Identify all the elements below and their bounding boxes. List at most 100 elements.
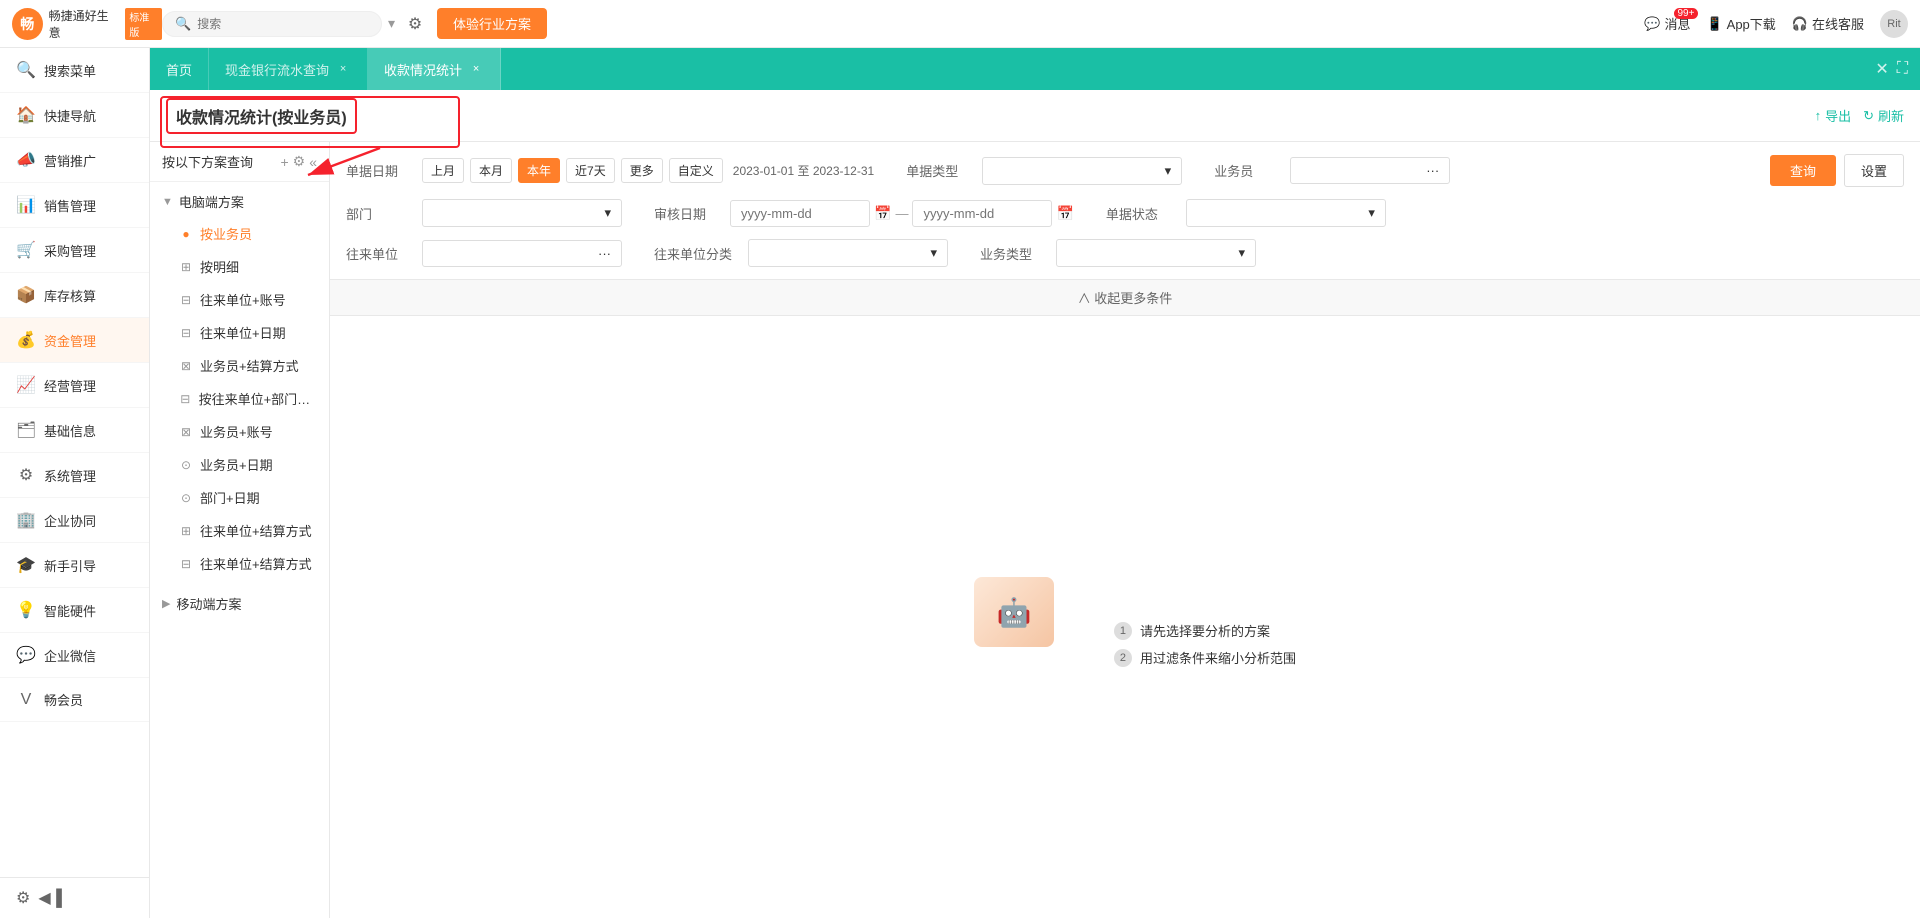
sidebar-item-label: 快捷导航	[44, 106, 96, 125]
scheme-item-label: 往来单位+结算方式	[200, 521, 312, 540]
biz-type-select[interactable]: ▾	[1056, 239, 1256, 267]
sidebar-item-basic-info[interactable]: 🗂 基础信息	[0, 408, 149, 453]
filter-row-1: 单据日期 上月 本月 本年 近7天 更多 自定义 2023-01-01 至 20…	[346, 154, 1904, 187]
chevron-down-icon: ▾	[930, 245, 937, 261]
filter-row-3: 往来单位 ··· 往来单位分类 ▾ 业务类型 ▾	[346, 239, 1904, 267]
sidebar-item-system[interactable]: ⚙ 系统管理	[0, 453, 149, 498]
settings-icon[interactable]: ⚙	[401, 10, 429, 38]
message-icon: 💬	[1644, 16, 1660, 32]
scheme-group-label: 电脑端方案	[179, 192, 244, 211]
box-face-icon: 🤖	[997, 596, 1032, 629]
scheme-item-by-salesperson[interactable]: ● 按业务员	[150, 217, 329, 250]
sidebar-item-purchase[interactable]: 🛒 采购管理	[0, 228, 149, 273]
sidebar-item-wechat[interactable]: 💬 企业微信	[0, 633, 149, 678]
scheme-group-mobile: ▶ 移动端方案	[150, 584, 329, 623]
date-btn-this-month[interactable]: 本月	[470, 158, 512, 183]
sidebar-item-label: 营销推广	[44, 151, 96, 170]
date-btn-more[interactable]: 更多	[621, 158, 663, 183]
calendar-to-icon[interactable]: 📅	[1056, 205, 1073, 222]
top-right-area: 💬 消息 99+ 📱 App下载 🎧 在线客服 Rit	[1644, 10, 1908, 38]
scheme-add-icon[interactable]: +	[280, 154, 288, 170]
query-button[interactable]: 查询	[1770, 155, 1836, 186]
scheme-item-partner-date[interactable]: ⊟ 往来单位+日期	[150, 316, 329, 349]
scheme-item-icon: ⊠	[178, 359, 194, 373]
sidebar-item-finance[interactable]: 💰 资金管理	[0, 318, 149, 363]
sidebar-item-inventory[interactable]: 📦 库存核算	[0, 273, 149, 318]
partner-select[interactable]: ···	[422, 240, 622, 267]
main-content: 单据日期 上月 本月 本年 近7天 更多 自定义 2023-01-01 至 20…	[330, 142, 1920, 918]
audit-date-to[interactable]	[912, 200, 1052, 227]
partner-cat-select[interactable]: ▾	[748, 239, 948, 267]
sidebar-item-label: 企业微信	[44, 646, 96, 665]
scheme-item-partner-settle2[interactable]: ⊟ 往来单位+结算方式	[150, 547, 329, 580]
content-area: 首页 现金银行流水查询 × 收款情况统计 × ✕ ⛶ 收款情况统计(按业务员) …	[150, 48, 1920, 918]
sidebar-item-marketing[interactable]: 📣 营销推广	[0, 138, 149, 183]
export-button[interactable]: ↑ 导出	[1815, 106, 1852, 125]
filter-panel: 单据日期 上月 本月 本年 近7天 更多 自定义 2023-01-01 至 20…	[330, 142, 1920, 280]
scheme-settings-icon[interactable]: ⚙	[293, 153, 306, 170]
filter-partner-cat-label: 往来单位分类	[654, 244, 732, 263]
scheme-item-icon: ⊞	[178, 260, 194, 274]
tab-bar-right: ✕ ⛶	[1863, 48, 1920, 90]
app-icon: 📱	[1706, 16, 1722, 32]
date-btn-last-month[interactable]: 上月	[422, 158, 464, 183]
collapse-bar[interactable]: ∧ 收起更多条件	[330, 280, 1920, 316]
salesperson-select[interactable]: ···	[1290, 157, 1450, 184]
page-header-actions: ↑ 导出 ↻ 刷新	[1815, 106, 1904, 125]
scheme-group-mobile-title[interactable]: ▶ 移动端方案	[150, 588, 329, 619]
scheme-item-partner-account[interactable]: ⊟ 往来单位+账号	[150, 283, 329, 316]
messages-button[interactable]: 💬 消息 99+	[1644, 14, 1690, 33]
trial-button[interactable]: 体验行业方案	[437, 8, 547, 39]
data-area: 🤖 1 请先选择要分析的方案 2 用过滤条件来缩小分析范围	[330, 316, 1920, 918]
tab-bank-flow[interactable]: 现金银行流水查询 ×	[209, 48, 368, 90]
doc-status-select[interactable]: ▾	[1186, 199, 1386, 227]
date-btn-custom[interactable]: 自定义	[669, 158, 723, 183]
refresh-button[interactable]: ↻ 刷新	[1863, 106, 1904, 125]
scheme-group-desktop-title[interactable]: ▼ 电脑端方案	[150, 186, 329, 217]
avatar[interactable]: Rit	[1880, 10, 1908, 38]
scheme-item-label: 按明细	[200, 257, 239, 276]
scheme-item-by-detail[interactable]: ⊞ 按明细	[150, 250, 329, 283]
app-download-button[interactable]: 📱 App下载	[1706, 14, 1775, 33]
filter-salesperson-label: 业务员	[1214, 161, 1274, 180]
sidebar-item-enterprise[interactable]: 🏢 企业协同	[0, 498, 149, 543]
sidebar-item-search[interactable]: 🔍 搜索菜单	[0, 48, 149, 93]
tab-close-all-icon[interactable]: ✕	[1875, 59, 1888, 79]
scheme-item-dept-date[interactable]: ⊙ 部门+日期	[150, 481, 329, 514]
tab-home[interactable]: 首页	[150, 48, 209, 90]
date-btn-this-year[interactable]: 本年	[518, 158, 560, 183]
calendar-from-icon[interactable]: 📅	[874, 205, 891, 222]
sidebar-item-guide[interactable]: 🎓 新手引导	[0, 543, 149, 588]
tab-fullscreen-icon[interactable]: ⛶	[1897, 60, 1908, 78]
tab-collection-stats[interactable]: 收款情况统计 ×	[368, 48, 501, 90]
doc-type-select[interactable]: ▾	[982, 157, 1182, 185]
dropdown-arrow-icon[interactable]: ▾	[388, 15, 395, 32]
scheme-group-desktop: ▼ 电脑端方案 ● 按业务员 ⊞ 按明细 ⊟ 往来单位+账号	[150, 182, 329, 584]
scheme-item-partner-dept-collect[interactable]: ⊟ 按往来单位+部门+收...	[150, 382, 329, 415]
guide-icon: 🎓	[16, 555, 36, 575]
scheme-item-salesperson-date[interactable]: ⊙ 业务员+日期	[150, 448, 329, 481]
sidebar-item-member[interactable]: V 畅会员	[0, 678, 149, 722]
scheme-item-salesperson-account[interactable]: ⊠ 业务员+账号	[150, 415, 329, 448]
search-box[interactable]: 🔍	[162, 11, 382, 37]
scheme-collapse-icon[interactable]: «	[309, 154, 317, 170]
scheme-item-icon: ⊙	[178, 458, 194, 472]
scheme-item-partner-settle1[interactable]: ⊞ 往来单位+结算方式	[150, 514, 329, 547]
sidebar-item-operation[interactable]: 📈 经营管理	[0, 363, 149, 408]
setting-button[interactable]: 设置	[1844, 154, 1904, 187]
online-service-button[interactable]: 🎧 在线客服	[1792, 14, 1864, 33]
sidebar-item-smart-hardware[interactable]: 💡 智能硬件	[0, 588, 149, 633]
settings-bottom-icon[interactable]: ⚙	[16, 888, 30, 908]
search-input[interactable]	[197, 17, 357, 31]
logo-text: 畅捷通好生意	[49, 7, 118, 41]
tab-close-collection-stats[interactable]: ×	[468, 61, 484, 77]
sidebar-item-sales[interactable]: 📊 销售管理	[0, 183, 149, 228]
collapse-sidebar-icon[interactable]: ◀▐	[38, 888, 62, 908]
tab-close-bank-flow[interactable]: ×	[335, 61, 351, 77]
sidebar-item-quick-nav[interactable]: 🏠 快捷导航	[0, 93, 149, 138]
scheme-item-salesperson-settle[interactable]: ⊠ 业务员+结算方式	[150, 349, 329, 382]
tip-num-2: 2	[1114, 649, 1132, 667]
dept-select[interactable]: ▾	[422, 199, 622, 227]
audit-date-from[interactable]	[730, 200, 870, 227]
date-btn-7days[interactable]: 近7天	[566, 158, 615, 183]
